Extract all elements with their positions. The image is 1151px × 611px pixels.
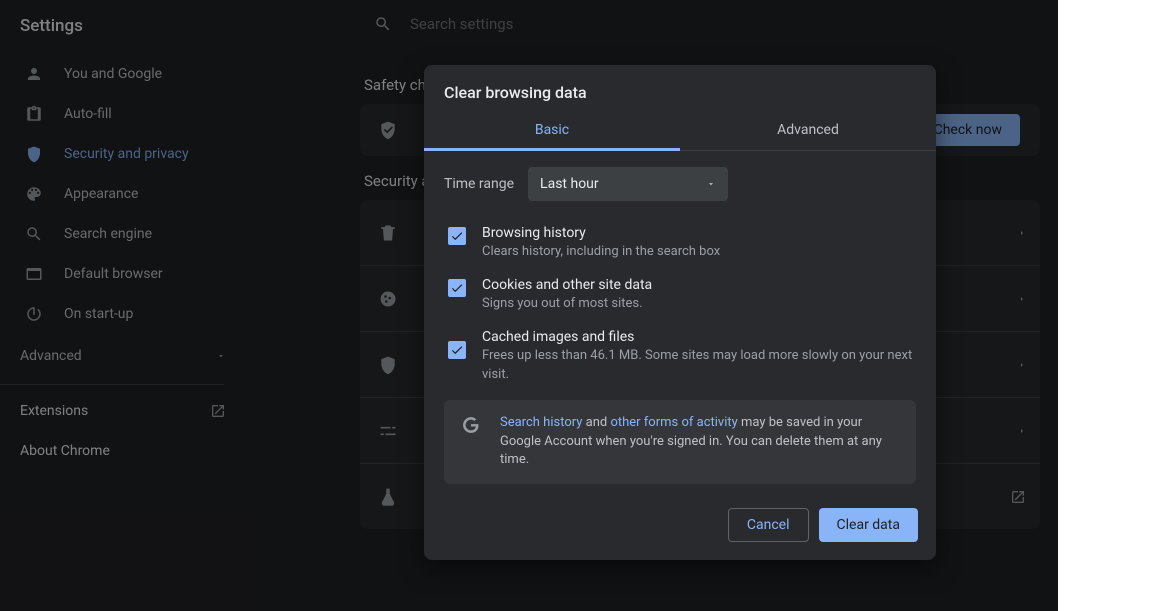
chevron-down-icon [706,179,716,189]
clear-data-button[interactable]: Clear data [819,508,918,542]
time-range-value: Last hour [540,176,599,192]
option-browsing-history: Browsing history Clears history, includi… [444,215,916,267]
tab-basic[interactable]: Basic [424,114,680,150]
dialog-actions: Cancel Clear data [424,496,936,560]
option-desc: Signs you out of most sites. [482,295,652,313]
other-activity-link[interactable]: other forms of activity [610,415,737,430]
dialog-tabs: Basic Advanced [424,114,936,151]
info-text: Search history and other forms of activi… [500,414,900,471]
tab-active-indicator [424,148,680,151]
time-range-label: Time range [444,176,514,192]
option-title: Cookies and other site data [482,277,652,293]
google-account-info: Search history and other forms of activi… [444,400,916,485]
checkbox-cached[interactable] [448,341,466,359]
cancel-button[interactable]: Cancel [728,508,809,542]
info-text-mid: and [582,415,610,430]
time-range-row: Time range Last hour [444,167,916,201]
option-cached: Cached images and files Frees up less th… [444,319,916,389]
search-history-link[interactable]: Search history [500,415,582,430]
google-icon [460,414,482,436]
time-range-select[interactable]: Last hour [528,167,728,201]
dialog-title: Clear browsing data [424,65,936,114]
option-desc: Clears history, including in the search … [482,243,720,261]
option-desc: Frees up less than 46.1 MB. Some sites m… [482,347,916,383]
option-title: Cached images and files [482,329,916,345]
clear-browsing-data-dialog: Clear browsing data Basic Advanced Time … [424,65,936,560]
tab-advanced[interactable]: Advanced [680,114,936,150]
option-title: Browsing history [482,225,720,241]
option-cookies: Cookies and other site data Signs you ou… [444,267,916,319]
dialog-body: Time range Last hour Browsing history Cl… [424,151,936,496]
checkbox-browsing-history[interactable] [448,227,466,245]
checkbox-cookies[interactable] [448,279,466,297]
